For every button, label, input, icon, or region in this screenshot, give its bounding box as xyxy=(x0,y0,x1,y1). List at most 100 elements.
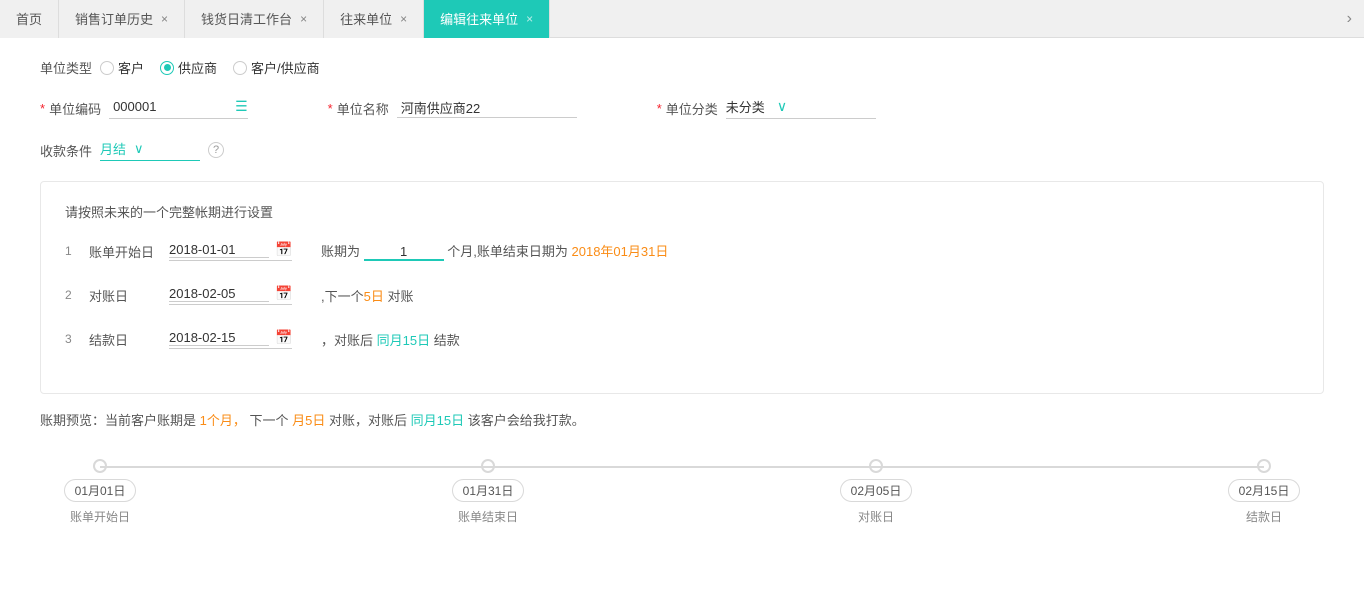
summary-suffix: 该客户会给我打款。 xyxy=(468,413,585,428)
timeline-line xyxy=(100,466,1264,468)
main-content: 单位类型 客户 供应商 客户/供应商 * 单位编码 xyxy=(0,38,1364,608)
row-1-num: 1 xyxy=(65,244,89,258)
close-tab-edit-partner[interactable]: × xyxy=(526,12,533,26)
timeline-label-1: 账单开始日 xyxy=(70,508,130,525)
unit-type-row: 单位类型 客户 供应商 客户/供应商 xyxy=(40,58,1324,77)
row-2-calendar-icon[interactable]: 📅 xyxy=(275,285,292,302)
row-1-date-input-group: 📅 xyxy=(169,241,292,261)
close-tab-cash-workbench[interactable]: × xyxy=(300,12,307,26)
timeline-point-1: 01月01日 账单开始日 xyxy=(40,459,160,525)
panel-box: 请按照未来的一个完整帐期进行设置 1 账单开始日 📅 账期为 个月,账单结束日期… xyxy=(40,181,1324,394)
row-3-label: 结款日 xyxy=(89,330,169,349)
tab-home[interactable]: 首页 xyxy=(0,0,59,38)
tab-cash-workbench-label: 钱货日清工作台 xyxy=(201,9,292,28)
timeline-date-1: 01月01日 xyxy=(64,479,137,502)
tab-edit-partner-label: 编辑往来单位 xyxy=(440,9,518,28)
timeline-label-3: 对账日 xyxy=(858,508,894,525)
tab-bar: 首页 销售订单历史 × 钱货日清工作台 × 往来单位 × 编辑往来单位 × › xyxy=(0,0,1364,38)
tab-edit-partner[interactable]: 编辑往来单位 × xyxy=(424,0,550,38)
row-2-date-input-group: 📅 xyxy=(169,285,292,305)
row-2-num: 2 xyxy=(65,288,89,302)
help-icon[interactable]: ? xyxy=(208,142,224,158)
radio-customer-label: 客户 xyxy=(118,58,144,77)
unit-category-label: 单位分类 xyxy=(666,99,718,118)
row-1-desc-prefix: 账期为 xyxy=(321,244,360,259)
unit-code-field: ☰ xyxy=(109,97,248,119)
unit-name-group: * 单位名称 xyxy=(328,98,577,118)
summary-mid2: 对账，对账后 xyxy=(329,413,407,428)
panel-row-1: 1 账单开始日 📅 账期为 个月,账单结束日期为 2018年01月31日 xyxy=(65,241,1299,261)
close-tab-partner-unit[interactable]: × xyxy=(400,12,407,26)
unit-code-required: * xyxy=(40,101,45,116)
tab-sales-history[interactable]: 销售订单历史 × xyxy=(59,0,185,38)
timeline-label-4: 结款日 xyxy=(1246,508,1282,525)
row-3-desc-prefix: ，对账后 xyxy=(321,333,377,348)
unit-type-group: 单位类型 客户 供应商 客户/供应商 xyxy=(40,58,320,77)
unit-code-label: 单位编码 xyxy=(49,99,101,118)
unit-code-action-icon[interactable]: ☰ xyxy=(235,98,248,115)
row-2-highlight: 5日 xyxy=(364,289,384,304)
timeline-points: 01月01日 账单开始日 01月31日 账单结束日 02月05日 对账日 02月… xyxy=(40,459,1324,525)
row-3-highlight: 同月15日 xyxy=(377,333,430,348)
unit-type-label: 单位类型 xyxy=(40,58,92,77)
help-icon-label: ? xyxy=(213,144,219,156)
row-2-desc: ,下一个5日 对账 xyxy=(321,286,413,305)
radio-customer-circle xyxy=(100,61,114,75)
payment-condition-label: 收款条件 xyxy=(40,141,92,160)
unit-info-row: * 单位编码 ☰ * 单位名称 * 单位分类 未分类 ∨ xyxy=(40,97,1324,119)
panel-title: 请按照未来的一个完整帐期进行设置 xyxy=(65,202,1299,221)
unit-code-input[interactable] xyxy=(109,97,229,116)
summary-prefix: 账期预览：当前客户账期是 xyxy=(40,413,196,428)
row-1-label: 账单开始日 xyxy=(89,242,169,261)
unit-category-select[interactable]: 未分类 ∨ xyxy=(726,97,876,119)
radio-both[interactable]: 客户/供应商 xyxy=(233,58,320,77)
tab-partner-unit[interactable]: 往来单位 × xyxy=(324,0,424,38)
row-1-period-input[interactable] xyxy=(364,244,444,261)
row-3-num: 3 xyxy=(65,332,89,346)
unit-type-radio-group: 客户 供应商 客户/供应商 xyxy=(100,58,320,77)
row-3-date-field: 📅 xyxy=(169,329,309,349)
timeline-point-3: 02月05日 对账日 xyxy=(816,459,936,525)
row-3-desc-suffix: 结款 xyxy=(430,333,460,348)
row-1-desc-suffix: 个月,账单结束日期为 xyxy=(447,244,571,259)
timeline-date-3: 02月05日 xyxy=(840,479,913,502)
payment-condition-value: 月结 xyxy=(100,139,126,158)
row-3-desc: ，对账后 同月15日 结款 xyxy=(321,330,460,349)
row-3-calendar-icon[interactable]: 📅 xyxy=(275,329,292,346)
summary-mid: 下一个 xyxy=(250,413,289,428)
summary-period: 1个月， xyxy=(200,413,246,428)
payment-condition-arrow-icon: ∨ xyxy=(134,141,144,157)
row-2-desc-prefix: ,下一个 xyxy=(321,289,364,304)
tab-more-button[interactable]: › xyxy=(1335,10,1364,28)
timeline-date-4: 02月15日 xyxy=(1228,479,1301,502)
unit-category-arrow-icon: ∨ xyxy=(777,98,787,115)
row-1-calendar-icon[interactable]: 📅 xyxy=(275,241,292,258)
summary-text: 账期预览：当前客户账期是 1个月， 下一个 月5日 对账，对账后 同月15日 该… xyxy=(40,410,1324,429)
close-tab-sales-history[interactable]: × xyxy=(161,12,168,26)
unit-code-group: * 单位编码 ☰ xyxy=(40,97,248,119)
row-1-end-date: 2018年01月31日 xyxy=(572,244,669,259)
payment-condition-select[interactable]: 月结 ∨ xyxy=(100,139,200,161)
unit-name-required: * xyxy=(328,101,333,116)
panel-row-2: 2 对账日 📅 ,下一个5日 对账 xyxy=(65,285,1299,305)
unit-category-value: 未分类 xyxy=(726,97,765,116)
row-1-date-input[interactable] xyxy=(169,242,269,258)
payment-condition-row: 收款条件 月结 ∨ ? xyxy=(40,139,1324,161)
radio-both-label: 客户/供应商 xyxy=(251,58,320,77)
row-2-label: 对账日 xyxy=(89,286,169,305)
summary-day: 月5日 xyxy=(292,413,325,428)
row-3-date-input[interactable] xyxy=(169,330,269,346)
unit-name-input[interactable] xyxy=(397,98,577,118)
timeline-point-4: 02月15日 结款日 xyxy=(1204,459,1324,525)
radio-supplier[interactable]: 供应商 xyxy=(160,58,217,77)
summary-settlement: 同月15日 xyxy=(411,413,464,428)
unit-category-group: * 单位分类 未分类 ∨ xyxy=(657,97,876,119)
radio-customer[interactable]: 客户 xyxy=(100,58,144,77)
timeline-container: 01月01日 账单开始日 01月31日 账单结束日 02月05日 对账日 02月… xyxy=(40,449,1324,525)
timeline-point-2: 01月31日 账单结束日 xyxy=(428,459,548,525)
tab-cash-workbench[interactable]: 钱货日清工作台 × xyxy=(185,0,324,38)
radio-supplier-label: 供应商 xyxy=(178,58,217,77)
tab-home-label: 首页 xyxy=(16,9,42,28)
row-2-date-input[interactable] xyxy=(169,286,269,302)
radio-both-circle xyxy=(233,61,247,75)
